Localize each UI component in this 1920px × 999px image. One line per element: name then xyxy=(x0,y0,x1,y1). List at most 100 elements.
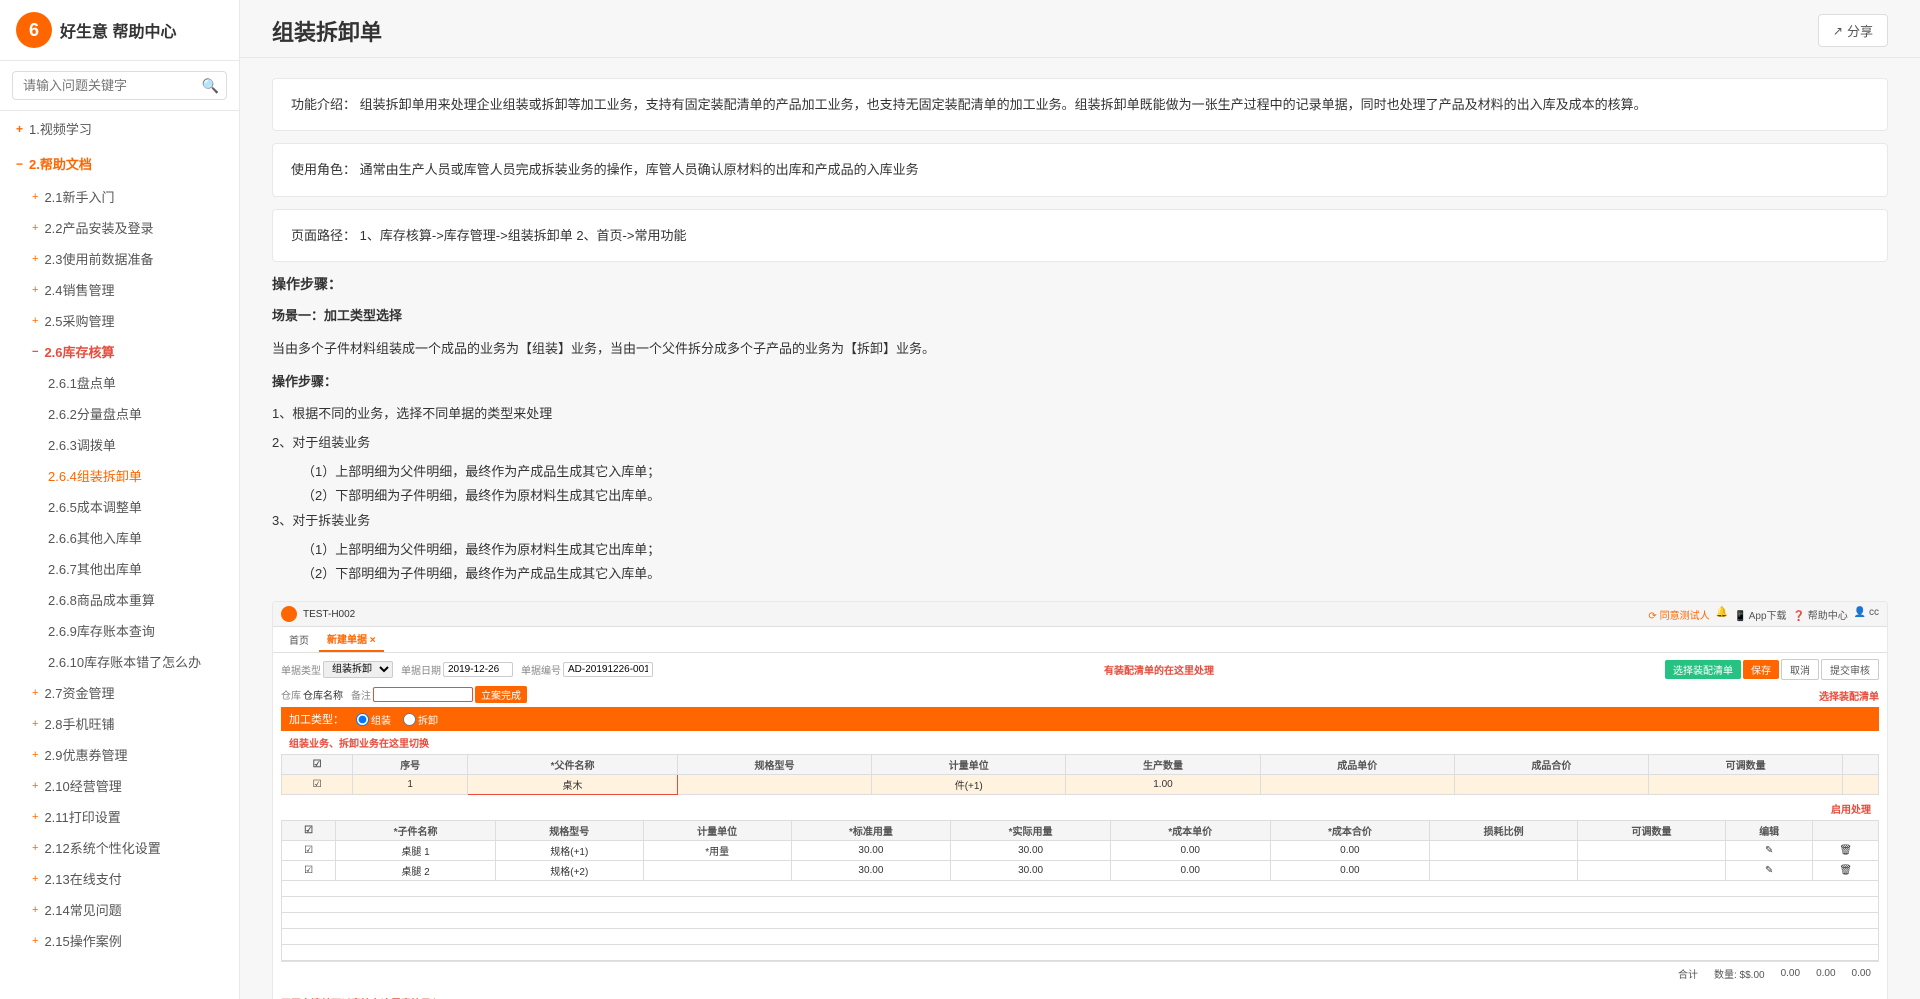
mini-save-btn[interactable]: 保存 xyxy=(1743,660,1779,679)
cell2-check2: ☑ xyxy=(282,861,336,881)
sidebar-item-partial[interactable]: 2.6.2分量盘点单 xyxy=(32,398,239,429)
sidebar-item-costrecalc[interactable]: 2.6.8商品成本重算 xyxy=(32,584,239,615)
cell2-del2[interactable]: 🗑 xyxy=(1813,861,1879,881)
sidebar-item-cases[interactable]: + 2.15操作案例 xyxy=(16,925,239,956)
sidebar-item-partial-text: 2.6.2分量盘点单 xyxy=(48,404,142,423)
sidebar-item-install[interactable]: + 2.2产品安装及登录 xyxy=(16,212,239,243)
feature-intro-label: 功能介绍： xyxy=(291,97,356,112)
sub-expand-icon: + xyxy=(32,687,38,699)
step3-sub1: （1）上部明细为父件明细，最终作为原材料生成其它出库单； xyxy=(302,538,1888,563)
sidebar-item-stockerror-text: 2.6.10库存账本错了怎么办 xyxy=(48,652,201,671)
sidebar-item-finance[interactable]: + 2.7资金管理 xyxy=(16,677,239,708)
col2-waste: 损耗比例 xyxy=(1430,821,1578,841)
mini-confirm-btn[interactable]: 立案完成 xyxy=(475,686,527,703)
sidebar-item-faq[interactable]: + 2.14常见问题 xyxy=(16,894,239,925)
mini-type-radio-assemble[interactable]: 组装 xyxy=(356,712,391,727)
sidebar-header: 6 好生意 帮助中心 xyxy=(0,0,239,61)
mini-cancel-btn[interactable]: 取消 xyxy=(1781,659,1819,680)
mini-tab-home[interactable]: 首页 xyxy=(281,628,317,651)
sidebar-item-otherinstock[interactable]: 2.6.6其他入库单 xyxy=(32,522,239,553)
mini-app-icon: 📱 App下载 xyxy=(1734,607,1786,622)
col-cost: 成品单价 xyxy=(1260,755,1454,775)
expand-icon: + xyxy=(16,122,23,136)
sidebar-item-sales[interactable]: + 2.4销售管理 xyxy=(16,274,239,305)
mini-refresh-icon: ⟳ 同意测试人 xyxy=(1648,607,1709,622)
cell2-edit2[interactable]: ✎ xyxy=(1725,861,1813,881)
sidebar-item-mobile[interactable]: + 2.8手机旺铺 xyxy=(16,708,239,739)
sidebar-item-video[interactable]: + 1.视频学习 xyxy=(0,111,239,146)
sidebar-item-stockerror[interactable]: 2.6.10库存账本错了怎么办 xyxy=(32,646,239,677)
mini-bom-field: 选择装配清单 保存 取消 提交审核 xyxy=(1665,659,1879,680)
sidebar-item-onlinepay[interactable]: + 2.13在线支付 xyxy=(16,863,239,894)
main-content: 组装拆卸单 ↗ 分享 功能介绍： 组装拆卸单用来处理企业组装或拆卸等加工业务，支… xyxy=(240,0,1920,999)
cell2-waste1 xyxy=(1430,841,1578,861)
sidebar-item-purchase[interactable]: + 2.5采购管理 xyxy=(16,305,239,336)
sidebar-item-prepare[interactable]: + 2.3使用前数据准备 xyxy=(16,243,239,274)
screenshot-wrapper: TEST-H002 ⟳ 同意测试人 🔔 📱 App下载 ❓ 帮助中心 👤 cc … xyxy=(272,601,1888,999)
cell2-name1: 桌腿 1 xyxy=(336,841,496,861)
mini-table-row-child-4 xyxy=(282,897,1879,913)
mini-orderid-input[interactable] xyxy=(563,662,653,677)
sidebar-item-customize[interactable]: + 2.12系统个性化设置 xyxy=(16,832,239,863)
cell2-price2: 0.00 xyxy=(1110,861,1270,881)
sidebar-item-inventory[interactable]: − 2.6库存核算 xyxy=(16,336,239,367)
sidebar-item-adjust[interactable]: 2.6.3调拨单 xyxy=(32,429,239,460)
col-totalcost: 成品合价 xyxy=(1454,755,1648,775)
sidebar-item-newbie[interactable]: + 2.1新手入门 xyxy=(16,181,239,212)
sidebar-item-otheroutstock[interactable]: 2.6.7其他出库单 xyxy=(32,553,239,584)
sidebar: 6 好生意 帮助中心 🔍 + 1.视频学习 − 2.帮助文档 + 2.1新手入 xyxy=(0,0,240,999)
mini-remark-input[interactable] xyxy=(373,687,473,702)
sidebar-item-adjust-text: 2.6.3调拨单 xyxy=(48,435,116,454)
cell2-empty3 xyxy=(282,881,1879,897)
sidebar-item-video-label[interactable]: + 1.视频学习 xyxy=(0,111,239,146)
mini-bom-btn[interactable]: 选择装配清单 xyxy=(1665,660,1741,679)
sidebar-item-install-text: 2.2产品安装及登录 xyxy=(44,218,153,237)
annotation-bom: 有装配清单的在这里处理 xyxy=(661,662,1657,677)
mini-form-row1: 单据类型 组装拆卸 单据日期 单据编号 xyxy=(281,659,1879,680)
sidebar-item-coupon-text: 2.9优惠券管理 xyxy=(44,745,127,764)
annotation-bom-select: 选择装配清单 xyxy=(1819,692,1879,703)
sidebar-item-ops[interactable]: + 2.10经营管理 xyxy=(16,770,239,801)
search-input[interactable] xyxy=(12,71,227,100)
mini-type-radio-dismantle[interactable]: 拆卸 xyxy=(403,712,438,727)
cell2-empty7 xyxy=(282,945,1879,961)
col2-standard: *标准用量 xyxy=(791,821,951,841)
sidebar-item-print[interactable]: + 2.11打印设置 xyxy=(16,801,239,832)
sidebar-item-video-text: 1.视频学习 xyxy=(29,119,92,138)
mini-topbar: TEST-H002 ⟳ 同意测试人 🔔 📱 App下载 ❓ 帮助中心 👤 cc xyxy=(273,602,1887,627)
sidebar-item-assembly[interactable]: 2.6.4组装拆卸单 xyxy=(32,460,239,491)
search-bar: 🔍 xyxy=(0,61,239,111)
mini-tab-new[interactable]: 新建单据 × xyxy=(319,627,384,652)
mini-radio-assemble[interactable] xyxy=(356,713,369,726)
cell2-edit1[interactable]: ✎ xyxy=(1725,841,1813,861)
cell-unit1: 件(+1) xyxy=(872,775,1066,795)
role-label: 使用角色： xyxy=(291,162,356,177)
cell-num1: 1 xyxy=(353,775,468,795)
sub-expand-icon: + xyxy=(32,904,38,916)
mini-remark-label: 备注 xyxy=(351,687,371,702)
sidebar-item-docs-label[interactable]: − 2.帮助文档 xyxy=(0,146,239,181)
mini-date-input[interactable] xyxy=(443,662,513,677)
cell-cost1 xyxy=(1260,775,1454,795)
mini-form-row2: 仓库 仓库名称 备注 立案完成 选择装配清单 xyxy=(281,686,1879,703)
mini-type-select[interactable]: 组装拆卸 xyxy=(323,661,393,678)
cell2-price1: 0.00 xyxy=(1110,841,1270,861)
share-button[interactable]: ↗ 分享 xyxy=(1818,14,1888,47)
mini-submit-btn[interactable]: 提交审核 xyxy=(1821,659,1879,680)
cell-qty1: 1.00 xyxy=(1066,775,1260,795)
sidebar-item-coupon[interactable]: + 2.9优惠券管理 xyxy=(16,739,239,770)
sidebar-item-stockcheck[interactable]: 2.6.9库存账本查询 xyxy=(32,615,239,646)
sidebar-item-cases-text: 2.15操作案例 xyxy=(44,931,121,950)
mini-radio-dismantle[interactable] xyxy=(403,713,416,726)
sub-expand-icon: + xyxy=(32,222,38,234)
feature-intro-box: 功能介绍： 组装拆卸单用来处理企业组装或拆卸等加工业务，支持有固定装配清单的产品… xyxy=(272,78,1888,131)
cell2-act2: 30.00 xyxy=(951,861,1111,881)
cell2-del1[interactable]: 🗑 xyxy=(1813,841,1879,861)
sidebar-item-costadjust[interactable]: 2.6.5成本调整单 xyxy=(32,491,239,522)
sidebar-item-stocktake[interactable]: 2.6.1盘点单 xyxy=(32,367,239,398)
sidebar-item-stocktake-text: 2.6.1盘点单 xyxy=(48,373,116,392)
col2-spec: 规格型号 xyxy=(495,821,643,841)
sidebar-item-docs[interactable]: − 2.帮助文档 + 2.1新手入门 + 2.2产品安装及登录 + 2.3使用前… xyxy=(0,146,239,956)
sidebar-item-mobile-text: 2.8手机旺铺 xyxy=(44,714,114,733)
sub-expand-icon: + xyxy=(32,315,38,327)
